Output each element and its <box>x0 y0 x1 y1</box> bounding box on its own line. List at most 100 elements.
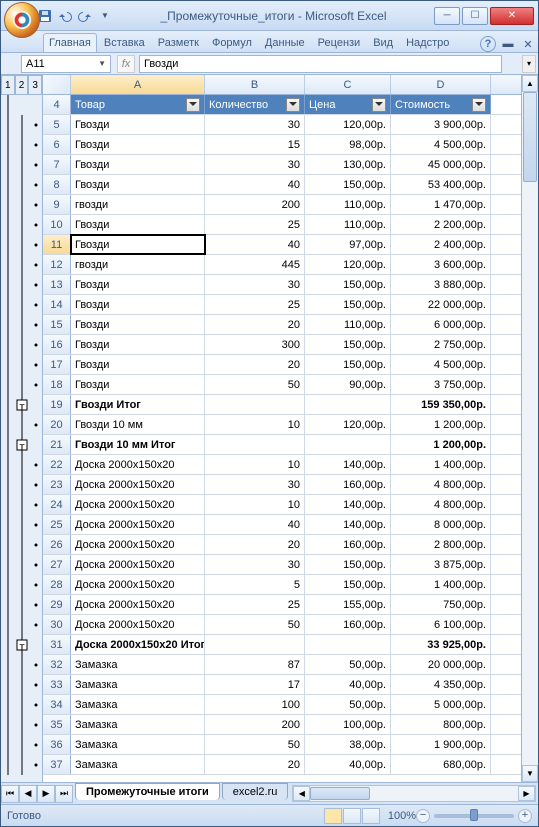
name-box[interactable]: A11 ▼ <box>21 55 111 73</box>
cell[interactable]: Гвозди <box>71 315 205 334</box>
cell[interactable]: Доска 2000х150х20 <box>71 455 205 474</box>
cell[interactable]: Гвозди <box>71 175 205 194</box>
filter-dropdown-icon[interactable] <box>186 98 200 112</box>
ribbon-tab-data[interactable]: Данные <box>259 33 311 52</box>
help-icon[interactable]: ? <box>480 36 496 52</box>
cell[interactable]: 30 <box>205 275 305 294</box>
scroll-down-icon[interactable]: ▼ <box>522 765 538 782</box>
cell[interactable]: 2 400,00р. <box>391 235 491 254</box>
cell[interactable]: 110,00р. <box>305 315 391 334</box>
cell[interactable] <box>205 395 305 414</box>
row-header[interactable]: 7 <box>43 155 71 174</box>
row-header[interactable]: 31 <box>43 635 71 654</box>
view-page-break-icon[interactable] <box>362 808 380 824</box>
row-header[interactable]: 20 <box>43 415 71 434</box>
cell[interactable]: Доска 2000х150х20 <box>71 575 205 594</box>
row-header[interactable]: 9 <box>43 195 71 214</box>
cell[interactable]: 17 <box>205 675 305 694</box>
cell[interactable]: 3 875,00р. <box>391 555 491 574</box>
row-header[interactable]: 32 <box>43 655 71 674</box>
row-header[interactable]: 23 <box>43 475 71 494</box>
cell[interactable]: Замазка <box>71 695 205 714</box>
cell[interactable]: Гвозди 10 мм <box>71 415 205 434</box>
row-header[interactable]: 35 <box>43 715 71 734</box>
cell[interactable]: Доска 2000х150х20 <box>71 475 205 494</box>
cell[interactable]: 5 <box>205 575 305 594</box>
scroll-up-icon[interactable]: ▲ <box>522 75 538 92</box>
cell[interactable]: Гвозди <box>71 335 205 354</box>
cell[interactable]: Гвозди <box>71 295 205 314</box>
row-header[interactable]: 37 <box>43 755 71 774</box>
cell[interactable]: 200 <box>205 195 305 214</box>
zoom-thumb[interactable] <box>470 809 478 821</box>
cell[interactable]: 4 500,00р. <box>391 135 491 154</box>
cell[interactable]: 160,00р. <box>305 615 391 634</box>
row-header[interactable]: 12 <box>43 255 71 274</box>
cell[interactable]: 150,00р. <box>305 575 391 594</box>
sheet-tab[interactable]: excel2.ru <box>222 783 289 800</box>
cell[interactable]: 110,00р. <box>305 215 391 234</box>
cell[interactable] <box>205 435 305 454</box>
row-header[interactable]: 8 <box>43 175 71 194</box>
ribbon-tab-layout[interactable]: Разметк <box>152 33 205 52</box>
sheet-tab[interactable]: Промежуточные итоги <box>75 783 220 800</box>
cell[interactable] <box>305 435 391 454</box>
cell[interactable]: 53 400,00р. <box>391 175 491 194</box>
minimize-button[interactable]: ─ <box>434 7 460 25</box>
ribbon-minimize-icon[interactable]: ▬ <box>500 36 516 52</box>
row-header[interactable]: 14 <box>43 295 71 314</box>
cell[interactable]: 155,00р. <box>305 595 391 614</box>
cell[interactable] <box>205 635 305 654</box>
cell[interactable]: 120,00р. <box>305 115 391 134</box>
cell[interactable] <box>305 635 391 654</box>
filter-dropdown-icon[interactable] <box>286 98 300 112</box>
cell[interactable]: 140,00р. <box>305 515 391 534</box>
cell[interactable]: 30 <box>205 475 305 494</box>
header-cell-B[interactable]: Количество <box>205 95 305 114</box>
cell[interactable]: 3 900,00р. <box>391 115 491 134</box>
cell[interactable]: 100 <box>205 695 305 714</box>
cell[interactable]: 50 <box>205 615 305 634</box>
cell[interactable]: Замазка <box>71 655 205 674</box>
cell[interactable]: 140,00р. <box>305 495 391 514</box>
ribbon-tab-review[interactable]: Рецензи <box>312 33 367 52</box>
cell[interactable]: 300 <box>205 335 305 354</box>
cell[interactable]: 1 200,00р. <box>391 415 491 434</box>
cell[interactable]: 1 400,00р. <box>391 575 491 594</box>
cell[interactable]: Замазка <box>71 735 205 754</box>
cell[interactable]: 10 <box>205 455 305 474</box>
zoom-in-button[interactable]: + <box>518 809 532 823</box>
cell[interactable]: 20 <box>205 755 305 774</box>
cell[interactable]: Доска 2000х150х20 Итог <box>71 635 205 654</box>
cell[interactable]: 140,00р. <box>305 455 391 474</box>
cell[interactable]: гвозди <box>71 255 205 274</box>
row-header[interactable]: 26 <box>43 535 71 554</box>
cell[interactable]: 10 <box>205 415 305 434</box>
cell[interactable]: 45 000,00р. <box>391 155 491 174</box>
cell[interactable]: 150,00р. <box>305 335 391 354</box>
cell[interactable]: 40 <box>205 175 305 194</box>
cell[interactable]: 10 <box>205 495 305 514</box>
cell[interactable]: 750,00р. <box>391 595 491 614</box>
cell[interactable]: 130,00р. <box>305 155 391 174</box>
row-header[interactable]: 5 <box>43 115 71 134</box>
cell[interactable]: 40,00р. <box>305 675 391 694</box>
cell[interactable]: 1 200,00р. <box>391 435 491 454</box>
cell[interactable]: Гвозди <box>71 275 205 294</box>
cell[interactable]: Замазка <box>71 755 205 774</box>
cell[interactable]: 1 400,00р. <box>391 455 491 474</box>
cell[interactable]: Доска 2000х150х20 <box>71 595 205 614</box>
redo-icon[interactable] <box>77 8 93 24</box>
cell[interactable]: Гвозди 10 мм Итог <box>71 435 205 454</box>
formula-expand-icon[interactable]: ▾ <box>522 55 536 73</box>
cell[interactable]: 50,00р. <box>305 655 391 674</box>
cell[interactable]: 20 000,00р. <box>391 655 491 674</box>
cell[interactable]: Гвозди <box>71 115 205 134</box>
row-header[interactable]: 21 <box>43 435 71 454</box>
vertical-scrollbar[interactable]: ▲ ▼ <box>521 75 538 782</box>
cell[interactable]: Гвозди <box>71 375 205 394</box>
row-header[interactable]: 29 <box>43 595 71 614</box>
ribbon-tab-addins[interactable]: Надстро <box>400 33 455 52</box>
cell[interactable]: Гвозди <box>71 135 205 154</box>
view-page-layout-icon[interactable] <box>343 808 361 824</box>
